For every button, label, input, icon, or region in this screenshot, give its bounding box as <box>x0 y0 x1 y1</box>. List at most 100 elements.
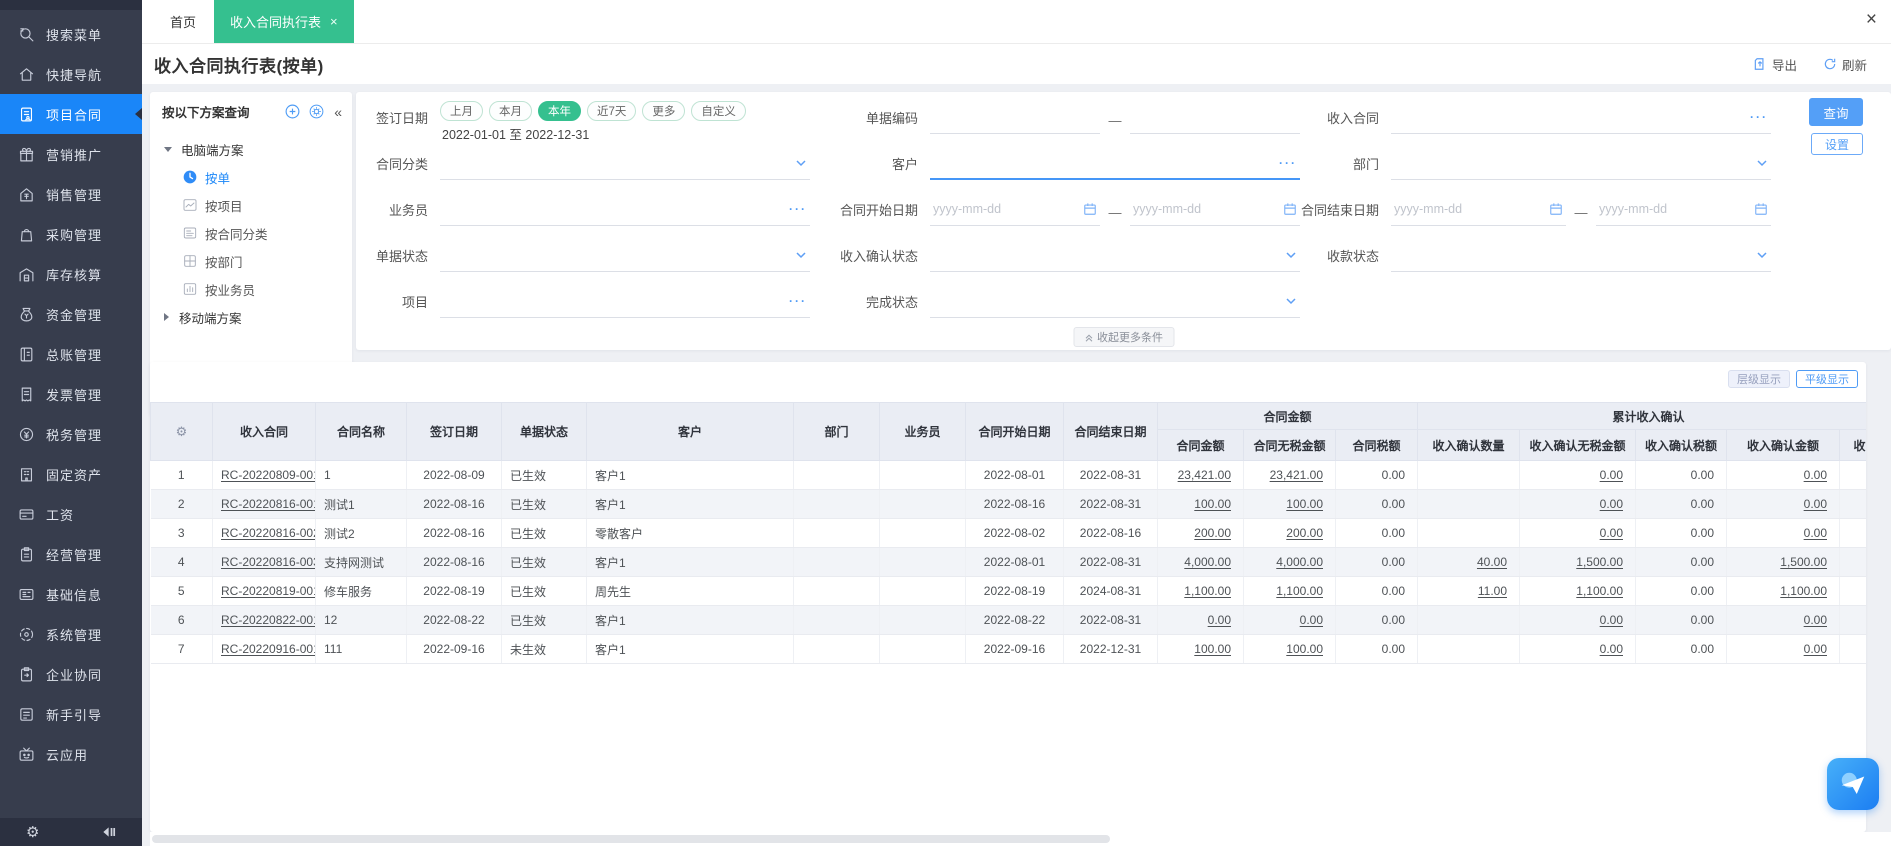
sidebar-item-marketing[interactable]: 营销推广 <box>0 134 142 174</box>
add-scheme-icon[interactable] <box>284 103 301 120</box>
scheme-item-by-salesperson[interactable]: 按业务员 <box>150 275 352 303</box>
flat-display-toggle[interactable]: 平级显示 <box>1796 370 1858 388</box>
salesperson-lookup-input[interactable]: ··· <box>440 196 810 226</box>
sidebar-item-search-menu[interactable]: 搜索菜单 <box>0 14 142 54</box>
settings-button[interactable]: 设置 <box>1811 133 1863 155</box>
date-pill[interactable]: 本年 <box>538 101 581 121</box>
cell-amount-ex-tax[interactable]: 100.00 <box>1243 634 1336 664</box>
sidebar-item-funds[interactable]: 资金管理 <box>0 294 142 334</box>
cell-confirm-ex-tax[interactable]: 0.00 <box>1519 460 1636 490</box>
cell-amount[interactable]: 23,421.00 <box>1157 460 1244 490</box>
scheme-group-mobile-schemes[interactable]: 移动端方案 <box>150 303 352 331</box>
income-confirm-status-select[interactable] <box>930 242 1300 272</box>
scheme-group-pc-schemes[interactable]: 电脑端方案 <box>150 135 352 163</box>
query-button[interactable]: 查询 <box>1809 98 1863 126</box>
column-settings-gear-icon[interactable]: ⚙ <box>150 402 213 461</box>
sidebar-item-sales[interactable]: 销售管理 <box>0 174 142 214</box>
refresh-button[interactable]: 刷新 <box>1823 55 1867 74</box>
scheme-item-by-contract-category[interactable]: 按合同分类 <box>150 219 352 247</box>
cell-contract-no[interactable]: RC-20220816-002 <box>212 518 316 548</box>
cell-confirm-amount[interactable]: 0.00 <box>1726 489 1840 519</box>
department-select[interactable] <box>1391 150 1771 180</box>
date-pill[interactable]: 近7天 <box>587 101 637 121</box>
cell-confirm-qty[interactable]: 11.00 <box>1417 576 1520 606</box>
cell-amount-ex-tax[interactable]: 0.00 <box>1243 605 1336 635</box>
sidebar-item-project-contract[interactable]: 项目合同 <box>0 94 142 134</box>
tab-close-icon[interactable]: × <box>330 14 338 29</box>
cell-amount[interactable]: 4,000.00 <box>1157 547 1244 577</box>
sidebar-item-salary[interactable]: 工资 <box>0 494 142 534</box>
sidebar-item-quick-nav[interactable]: 快捷导航 <box>0 54 142 94</box>
scheme-settings-gear-icon[interactable] <box>308 103 325 120</box>
tab-income-contract-report[interactable]: 收入合同执行表 × <box>214 0 354 43</box>
lookup-ellipsis-icon[interactable]: ··· <box>789 203 807 215</box>
date-pill[interactable]: 上月 <box>440 101 483 121</box>
collection-status-select[interactable] <box>1391 242 1771 272</box>
chevron-down-icon[interactable] <box>1756 249 1768 261</box>
cell-amount[interactable]: 100.00 <box>1157 634 1244 664</box>
cell-confirm-amount[interactable]: 0.00 <box>1726 634 1840 664</box>
sidebar-item-basic-info[interactable]: 基础信息 <box>0 574 142 614</box>
hierarchical-display-toggle[interactable]: 层级显示 <box>1728 370 1790 388</box>
lookup-ellipsis-icon[interactable]: ··· <box>1279 157 1297 169</box>
doc-code-from-input[interactable] <box>930 104 1100 134</box>
cell-amount-ex-tax[interactable]: 1,100.00 <box>1243 576 1336 606</box>
date-pill[interactable]: 自定义 <box>691 101 746 121</box>
cell-amount[interactable]: 0.00 <box>1157 605 1244 635</box>
contract-end-from-input[interactable]: yyyy-mm-dd <box>1391 196 1566 226</box>
cell-contract-no[interactable]: RC-20220916-001 <box>212 634 316 664</box>
cell-contract-no[interactable]: RC-20220822-001 <box>212 605 316 635</box>
cell-contract-no[interactable]: RC-20220809-001 <box>212 460 316 490</box>
cell-amount-ex-tax[interactable]: 4,000.00 <box>1243 547 1336 577</box>
income-contract-lookup-input[interactable]: ··· <box>1391 104 1771 134</box>
cell-amount-ex-tax[interactable]: 200.00 <box>1243 518 1336 548</box>
scrollbar-thumb[interactable] <box>152 835 1110 843</box>
assistant-float-button[interactable] <box>1827 758 1879 810</box>
sidebar-item-guide[interactable]: 新手引导 <box>0 694 142 734</box>
cell-amount[interactable]: 1,100.00 <box>1157 576 1244 606</box>
sidebar-item-purchase[interactable]: 采购管理 <box>0 214 142 254</box>
cell-amount[interactable]: 200.00 <box>1157 518 1244 548</box>
cell-confirm-ex-tax[interactable]: 0.00 <box>1519 605 1636 635</box>
cell-confirm-amount[interactable]: 1,500.00 <box>1726 547 1840 577</box>
cell-confirm-amount[interactable]: 1,100.00 <box>1726 576 1840 606</box>
chevron-down-icon[interactable] <box>795 157 807 169</box>
sidebar-item-ledger[interactable]: 总账管理 <box>0 334 142 374</box>
calendar-icon[interactable] <box>1754 202 1768 216</box>
chevron-down-icon[interactable] <box>1756 157 1768 169</box>
cell-confirm-ex-tax[interactable]: 0.00 <box>1519 518 1636 548</box>
contract-end-to-input[interactable]: yyyy-mm-dd <box>1596 196 1771 226</box>
sidebar-item-system[interactable]: 系统管理 <box>0 614 142 654</box>
calendar-icon[interactable] <box>1549 202 1563 216</box>
project-lookup-input[interactable]: ··· <box>440 288 810 318</box>
lookup-ellipsis-icon[interactable]: ··· <box>789 295 807 307</box>
collapse-conditions-button[interactable]: 收起更多条件 <box>1073 327 1174 347</box>
scheme-collapse-icon[interactable]: « <box>334 105 342 119</box>
sidebar-item-cloud-apps[interactable]: 云应用 <box>0 734 142 774</box>
cell-contract-no[interactable]: RC-20220816-003 <box>212 547 316 577</box>
completion-status-select[interactable] <box>930 288 1300 318</box>
contract-start-from-input[interactable]: yyyy-mm-dd <box>930 196 1100 226</box>
collapsed-arrow-icon[interactable] <box>164 313 169 321</box>
cell-contract-no[interactable]: RC-20220816-001 <box>212 489 316 519</box>
contract-category-select[interactable] <box>440 150 810 180</box>
cell-amount-ex-tax[interactable]: 23,421.00 <box>1243 460 1336 490</box>
date-pill[interactable]: 更多 <box>642 101 686 121</box>
chevron-down-icon[interactable] <box>1285 249 1297 261</box>
doc-status-select[interactable] <box>440 242 810 272</box>
scheme-item-by-department[interactable]: 按部门 <box>150 247 352 275</box>
calendar-icon[interactable] <box>1083 202 1097 216</box>
cell-confirm-amount[interactable]: 0.00 <box>1726 518 1840 548</box>
cell-confirm-ex-tax[interactable]: 1,500.00 <box>1519 547 1636 577</box>
chevron-down-icon[interactable] <box>795 249 807 261</box>
date-pill[interactable]: 本月 <box>489 101 532 121</box>
cell-amount-ex-tax[interactable]: 100.00 <box>1243 489 1336 519</box>
sidebar-collapse-icon[interactable] <box>100 824 116 840</box>
export-button[interactable]: 导出 <box>1753 55 1797 74</box>
contract-start-to-input[interactable]: yyyy-mm-dd <box>1130 196 1300 226</box>
expand-arrow-icon[interactable] <box>164 146 172 152</box>
cell-confirm-amount[interactable]: 0.00 <box>1726 605 1840 635</box>
settings-gear-icon[interactable]: ⚙ <box>26 825 39 840</box>
doc-code-to-input[interactable] <box>1130 104 1300 134</box>
chevron-down-icon[interactable] <box>1285 295 1297 307</box>
